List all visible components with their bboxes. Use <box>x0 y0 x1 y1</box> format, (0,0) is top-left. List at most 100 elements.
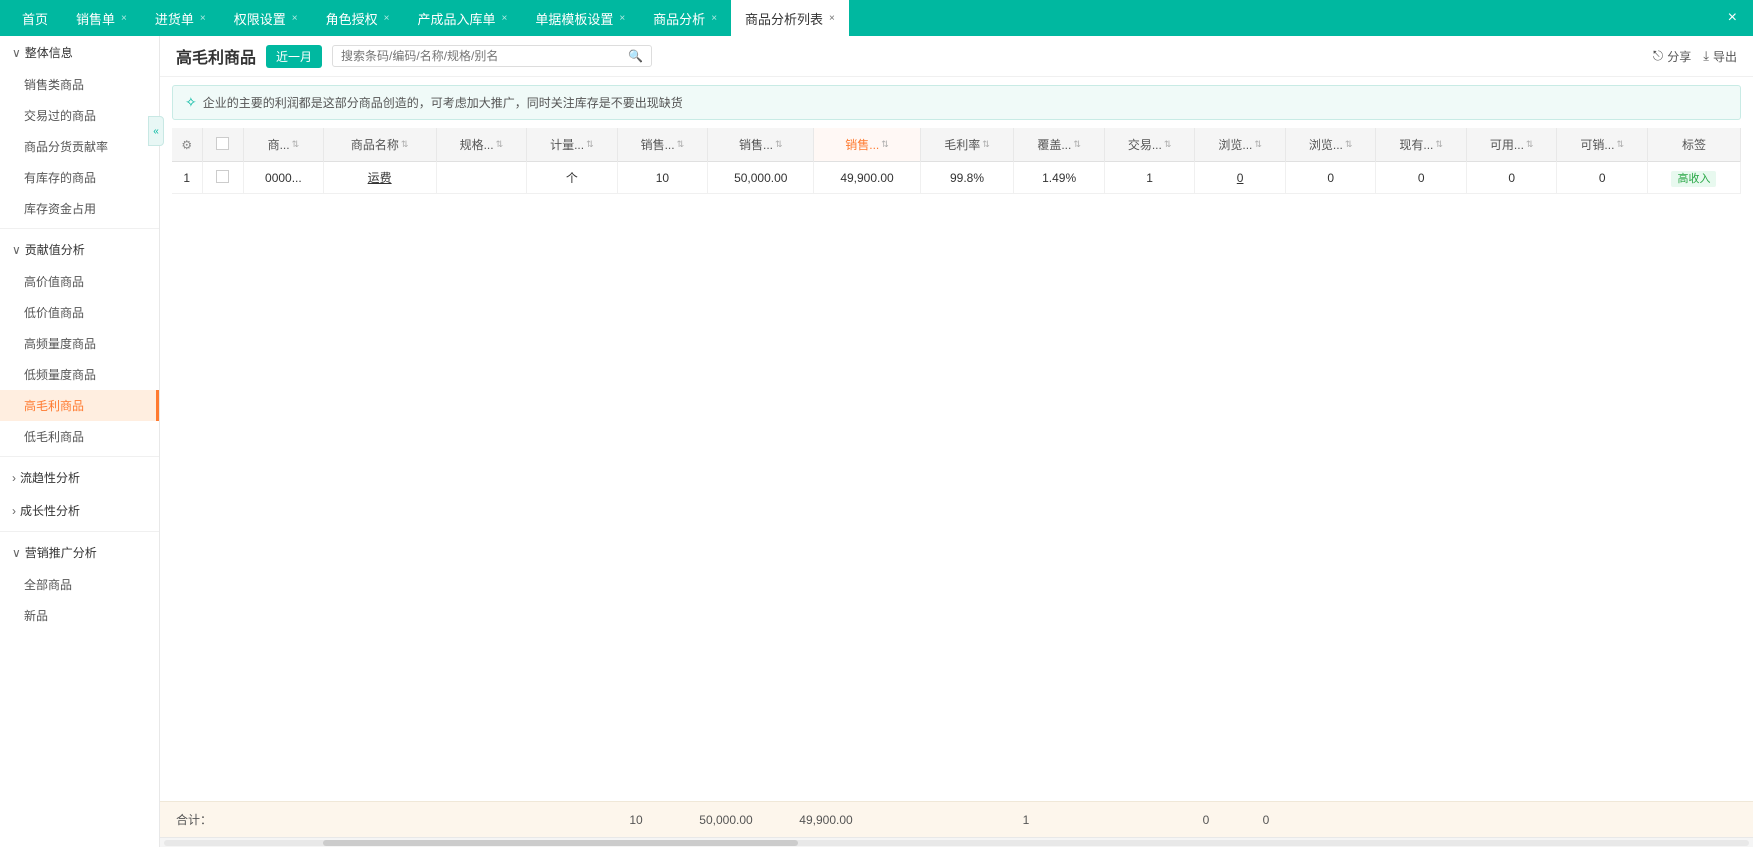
share-button[interactable]: ⎋ 分享 <box>1653 48 1691 65</box>
sidebar-item-all-goods[interactable]: 全部商品 <box>0 569 159 600</box>
sidebar-item-low-margin[interactable]: 低毛利商品 <box>0 421 159 452</box>
th-margin-rate[interactable]: 毛利率 ⇅ <box>920 128 1014 162</box>
search-input[interactable] <box>341 49 624 63</box>
sort-code-icon: ⇅ <box>292 139 300 150</box>
footer-cells: 10 50,000.00 49,900.00 1 0 0 <box>236 813 1737 827</box>
nav-permission-settings[interactable]: 权限设置 × <box>220 0 312 36</box>
td-sales-cost: 49,900.00 <box>814 162 920 194</box>
td-trade: 1 <box>1104 162 1195 194</box>
search-icon[interactable]: 🔍 <box>628 49 643 63</box>
nav-permission-settings-close[interactable]: × <box>292 13 298 24</box>
settings-icon[interactable]: ⚙ <box>181 138 192 152</box>
th-unit[interactable]: 计量... ⇅ <box>527 128 618 162</box>
time-filter-button[interactable]: 近一月 <box>266 45 322 68</box>
sidebar-item-inventory-goods[interactable]: 有库存的商品 <box>0 162 159 193</box>
th-sales-cost[interactable]: 销售... ⇅ <box>814 128 920 162</box>
footer-trade: 1 <box>996 813 1056 827</box>
footer-sales-cost: 49,900.00 <box>776 813 876 827</box>
sidebar-item-high-freq[interactable]: 高频量度商品 <box>0 328 159 359</box>
nav-product-analysis-close[interactable]: × <box>711 13 717 24</box>
row-checkbox[interactable] <box>216 170 229 183</box>
th-coverage[interactable]: 覆盖... ⇅ <box>1014 128 1105 162</box>
sidebar-item-sales-goods[interactable]: 销售类商品 <box>0 69 159 100</box>
td-index: 1 <box>172 162 202 194</box>
th-name[interactable]: 商品名称 ⇅ <box>323 128 436 162</box>
nav-product-analysis[interactable]: 商品分析 × <box>639 0 731 36</box>
td-browse2: 0 <box>1285 162 1376 194</box>
th-checkbox <box>202 128 244 162</box>
nav-close-all[interactable]: × <box>1720 9 1745 27</box>
td-tag: 高收入 <box>1647 162 1740 194</box>
nav-order-template[interactable]: 单据模板设置 × <box>521 0 639 36</box>
th-sales-qty[interactable]: 销售... ⇅ <box>617 128 708 162</box>
nav-sales-order-close[interactable]: × <box>121 13 127 24</box>
arrow-growth-icon: › <box>12 504 16 518</box>
td-name[interactable]: 运费 <box>323 162 436 194</box>
sidebar-item-high-margin[interactable]: 高毛利商品 <box>0 390 159 421</box>
th-trade[interactable]: 交易... ⇅ <box>1104 128 1195 162</box>
nav-order-template-close[interactable]: × <box>619 13 625 24</box>
td-sales-amount: 50,000.00 <box>708 162 814 194</box>
sort-sales-amount-icon: ⇅ <box>775 139 783 150</box>
nav-product-entry[interactable]: 产成品入库单 × <box>403 0 521 36</box>
td-browse1[interactable]: 0 <box>1195 162 1286 194</box>
th-saleable[interactable]: 可销... ⇅ <box>1557 128 1648 162</box>
sort-browse1-icon: ⇅ <box>1254 139 1262 150</box>
th-browse1[interactable]: 浏览... ⇅ <box>1195 128 1286 162</box>
footer-sales-amount: 50,000.00 <box>676 813 776 827</box>
nav-purchase-order-close[interactable]: × <box>200 13 206 24</box>
sidebar-group-growth[interactable]: › 成长性分析 <box>0 494 159 527</box>
header-checkbox[interactable] <box>216 137 229 150</box>
nav-purchase-order[interactable]: 进货单 × <box>141 0 220 36</box>
sidebar: ∨ 整体信息 销售类商品 交易过的商品 商品分货贡献率 有库存的商品 库存资金占… <box>0 36 160 847</box>
export-button[interactable]: ⤓ 导出 <box>1703 48 1737 65</box>
sidebar-group-trend[interactable]: › 流趋性分析 <box>0 461 159 494</box>
tip-banner: ✧ 企业的主要的利润都是这部分商品创造的，可考虑加大推广，同时关注库存是不要出现… <box>172 85 1741 120</box>
nav-product-analysis-list[interactable]: 商品分析列表 × <box>731 0 849 36</box>
horizontal-scrollbar[interactable] <box>160 837 1753 847</box>
nav-product-analysis-list-close[interactable]: × <box>829 13 835 24</box>
td-coverage: 1.49% <box>1014 162 1105 194</box>
page-title: 高毛利商品 <box>176 44 256 68</box>
nav-role-permission[interactable]: 角色授权 × <box>312 0 404 36</box>
main-content: 高毛利商品 近一月 🔍 ⎋ 分享 ⤓ 导出 ✧ 企业的主要的利润都是这部分 <box>160 36 1753 847</box>
sort-sales-cost-icon: ⇅ <box>881 139 889 150</box>
sidebar-group-marketing[interactable]: ∨ 营销推广分析 <box>0 536 159 569</box>
td-available: 0 <box>1466 162 1557 194</box>
sidebar-item-traded-goods[interactable]: 交易过的商品 <box>0 100 159 131</box>
th-code[interactable]: 商... ⇅ <box>244 128 324 162</box>
sidebar-group-financial[interactable]: ∨ 贡献值分析 <box>0 233 159 266</box>
nav-role-permission-close[interactable]: × <box>384 13 390 24</box>
sort-coverage-icon: ⇅ <box>1073 139 1081 150</box>
top-nav: 首页 销售单 × 进货单 × 权限设置 × 角色授权 × 产成品入库单 × 单据… <box>0 0 1753 36</box>
sort-spec-icon: ⇅ <box>496 139 504 150</box>
sidebar-collapse-btn[interactable]: « <box>148 116 164 146</box>
sort-available-icon: ⇅ <box>1526 139 1534 150</box>
th-browse2[interactable]: 浏览... ⇅ <box>1285 128 1376 162</box>
nav-product-entry-close[interactable]: × <box>501 13 507 24</box>
sort-unit-icon: ⇅ <box>586 139 594 150</box>
sidebar-item-product-contribution[interactable]: 商品分货贡献率 <box>0 131 159 162</box>
sort-browse2-icon: ⇅ <box>1345 139 1353 150</box>
sidebar-group-overall[interactable]: ∨ 整体信息 <box>0 36 159 69</box>
nav-home[interactable]: 首页 <box>8 0 62 36</box>
td-spec <box>436 162 527 194</box>
th-sales-amount[interactable]: 销售... ⇅ <box>708 128 814 162</box>
footer-current-stock: 0 <box>1176 813 1236 827</box>
footer-label: 合计： <box>176 811 236 828</box>
sidebar-item-inventory-capital[interactable]: 库存资金占用 <box>0 193 159 224</box>
arrow-marketing-icon: ∨ <box>12 546 21 560</box>
nav-sales-order[interactable]: 销售单 × <box>62 0 141 36</box>
th-spec[interactable]: 规格... ⇅ <box>436 128 527 162</box>
td-saleable: 0 <box>1557 162 1648 194</box>
sidebar-item-new-goods[interactable]: 新品 <box>0 600 159 631</box>
footer-summary: 合计： 10 50,000.00 49,900.00 1 0 0 <box>160 801 1753 837</box>
th-available[interactable]: 可用... ⇅ <box>1466 128 1557 162</box>
sidebar-item-low-freq[interactable]: 低频量度商品 <box>0 359 159 390</box>
th-current-stock[interactable]: 现有... ⇅ <box>1376 128 1467 162</box>
sidebar-item-low-value[interactable]: 低价值商品 <box>0 297 159 328</box>
sort-margin-rate-icon: ⇅ <box>982 139 990 150</box>
sort-sales-qty-icon: ⇅ <box>677 139 685 150</box>
sidebar-item-high-value[interactable]: 高价值商品 <box>0 266 159 297</box>
footer-sales-qty: 10 <box>596 813 676 827</box>
